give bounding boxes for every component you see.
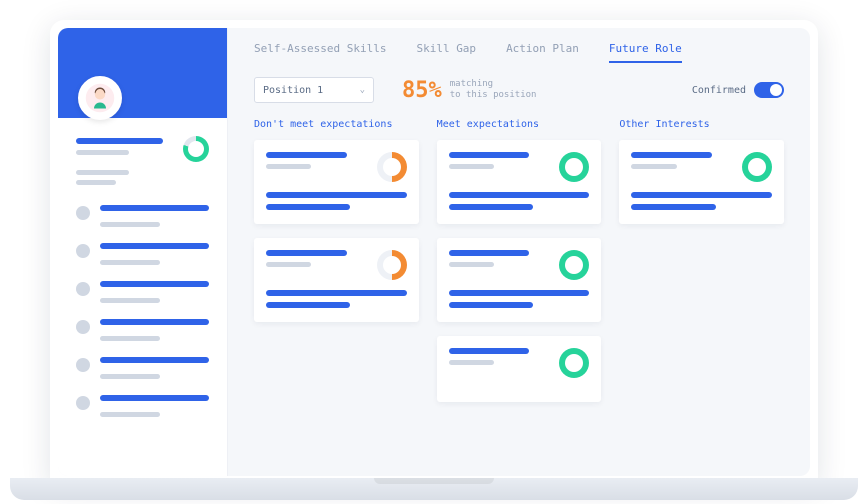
match-label: matchingto this position xyxy=(450,79,537,101)
match-percent: 85% xyxy=(402,78,442,103)
progress-ring-icon xyxy=(559,348,589,378)
position-select-value: Position 1 xyxy=(263,85,323,96)
tab-skill-gap[interactable]: Skill Gap xyxy=(416,42,476,63)
confirmed-toggle[interactable] xyxy=(754,82,784,98)
sidebar-header xyxy=(58,28,227,118)
column-dont-meet: Don't meet expectations xyxy=(254,119,419,402)
skill-card[interactable] xyxy=(619,140,784,224)
skill-card[interactable] xyxy=(437,336,602,402)
column-header: Don't meet expectations xyxy=(254,119,419,130)
progress-ring-icon xyxy=(559,250,589,280)
profile-progress-ring xyxy=(183,136,209,162)
laptop-frame: Self-Assessed Skills Skill Gap Action Pl… xyxy=(50,20,818,484)
progress-ring-icon xyxy=(742,152,772,182)
tab-future-role[interactable]: Future Role xyxy=(609,42,682,63)
sidebar-item[interactable] xyxy=(76,357,209,385)
confirmed-control: Confirmed xyxy=(692,82,784,98)
columns: Don't meet expectations xyxy=(254,119,784,402)
sidebar-list xyxy=(58,201,227,441)
position-select[interactable]: Position 1 ⌄ xyxy=(254,77,374,103)
column-other: Other Interests xyxy=(619,119,784,402)
sidebar-item[interactable] xyxy=(76,319,209,347)
progress-ring-icon xyxy=(377,250,407,280)
sidebar-item[interactable] xyxy=(76,243,209,271)
progress-ring-icon xyxy=(559,152,589,182)
avatar-icon xyxy=(85,83,115,113)
controls-row: Position 1 ⌄ 85% matchingto this positio… xyxy=(254,77,784,103)
chevron-down-icon: ⌄ xyxy=(360,85,365,95)
confirmed-label: Confirmed xyxy=(692,85,746,96)
profile-block xyxy=(58,118,227,201)
column-meet: Meet expectations xyxy=(437,119,602,402)
sidebar-item[interactable] xyxy=(76,281,209,309)
sidebar-item[interactable] xyxy=(76,205,209,233)
match-indicator: 85% matchingto this position xyxy=(402,78,536,103)
skill-card[interactable] xyxy=(437,140,602,224)
progress-ring-icon xyxy=(377,152,407,182)
tab-action-plan[interactable]: Action Plan xyxy=(506,42,579,63)
app-screen: Self-Assessed Skills Skill Gap Action Pl… xyxy=(58,28,810,476)
tabs: Self-Assessed Skills Skill Gap Action Pl… xyxy=(254,42,784,63)
laptop-base xyxy=(10,478,858,500)
avatar[interactable] xyxy=(78,76,122,120)
skill-card[interactable] xyxy=(254,238,419,322)
main: Self-Assessed Skills Skill Gap Action Pl… xyxy=(228,28,810,476)
column-header: Meet expectations xyxy=(437,119,602,130)
column-header: Other Interests xyxy=(619,119,784,130)
tab-self-assessed[interactable]: Self-Assessed Skills xyxy=(254,42,386,63)
sidebar-item[interactable] xyxy=(76,395,209,423)
skill-card[interactable] xyxy=(437,238,602,322)
sidebar xyxy=(58,28,228,476)
skill-card[interactable] xyxy=(254,140,419,224)
